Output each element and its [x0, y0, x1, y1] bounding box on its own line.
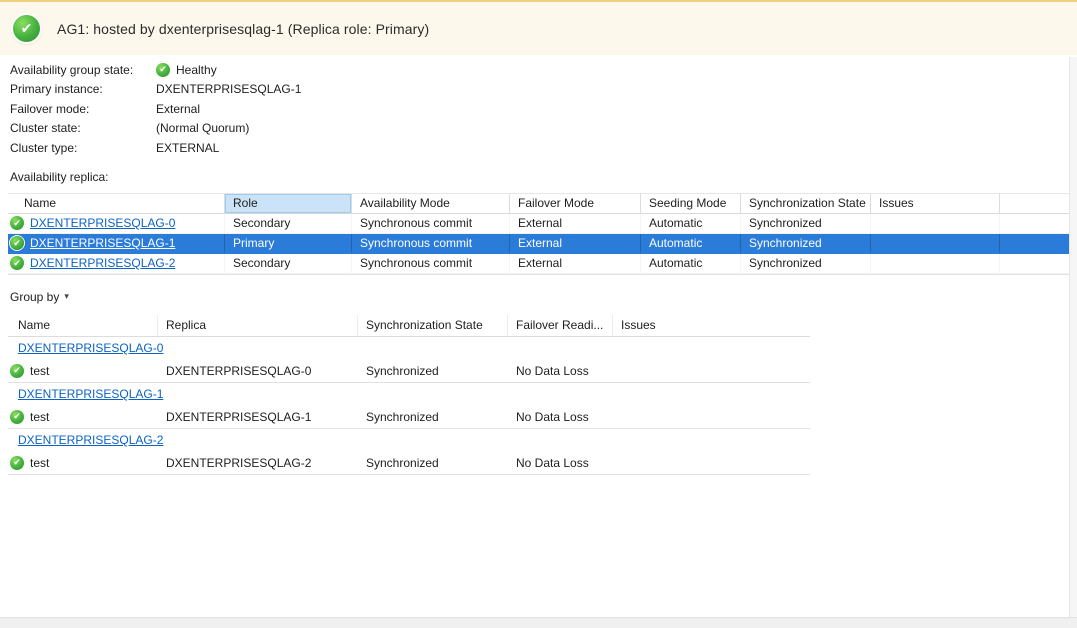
replica-synchronization-state: Synchronized: [741, 254, 871, 273]
summary-value: External: [156, 102, 200, 116]
replica-synchronization-state: Synchronized: [741, 214, 871, 233]
replica-availability-mode: Synchronous commit: [352, 234, 510, 253]
replica-link[interactable]: DXENTERPRISESQLAG-2: [30, 256, 175, 270]
db-replica: DXENTERPRISESQLAG-2: [158, 452, 358, 474]
db-name: test: [30, 410, 49, 424]
summary-row: Cluster state: (Normal Quorum): [10, 119, 1077, 139]
replica-failover-mode: External: [510, 214, 641, 233]
db-group-link[interactable]: DXENTERPRISESQLAG-2: [18, 433, 163, 447]
db-failover-readiness: No Data Loss: [508, 360, 613, 382]
healthy-status-icon: ✔: [13, 15, 40, 42]
column-header-synchronization-state[interactable]: Synchronization State: [358, 315, 508, 336]
column-header-seeding-mode[interactable]: Seeding Mode: [641, 194, 741, 213]
db-group-link[interactable]: DXENTERPRISESQLAG-1: [18, 387, 163, 401]
summary-label: Cluster type:: [10, 141, 156, 155]
replica-failover-mode: External: [510, 254, 641, 273]
ag-dashboard: ✔ AG1: hosted by dxenterprisesqlag-1 (Re…: [0, 0, 1077, 475]
replica-synchronization-state: Synchronized: [741, 234, 871, 253]
summary-row: Primary instance: DXENTERPRISESQLAG-1: [10, 80, 1077, 100]
db-replica: DXENTERPRISESQLAG-0: [158, 360, 358, 382]
dashboard-header: ✔ AG1: hosted by dxenterprisesqlag-1 (Re…: [0, 0, 1077, 55]
summary-section: Availability group state: ✔ Healthy Prim…: [0, 55, 1077, 158]
replica-role: Primary: [225, 234, 352, 253]
healthy-check-icon: ✔: [10, 236, 24, 250]
db-group-row[interactable]: DXENTERPRISESQLAG-0: [8, 337, 810, 360]
summary-value: EXTERNAL: [156, 141, 219, 155]
replica-link[interactable]: DXENTERPRISESQLAG-0: [30, 216, 175, 230]
db-row[interactable]: ✔ test DXENTERPRISESQLAG-0 Synchronized …: [8, 360, 810, 383]
summary-row: Failover mode: External: [10, 99, 1077, 119]
db-row[interactable]: ✔ test DXENTERPRISESQLAG-1 Synchronized …: [8, 406, 810, 429]
summary-label: Primary instance:: [10, 82, 156, 96]
replica-availability-mode: Synchronous commit: [352, 214, 510, 233]
column-header-filler: [1000, 194, 1077, 213]
replica-seeding-mode: Automatic: [641, 254, 741, 273]
summary-value: (Normal Quorum): [156, 121, 249, 135]
db-failover-readiness: No Data Loss: [508, 452, 613, 474]
replica-failover-mode: External: [510, 234, 641, 253]
db-synchronization-state: Synchronized: [358, 452, 508, 474]
summary-row: Availability group state: ✔ Healthy: [10, 60, 1077, 80]
database-table: Name Replica Synchronization State Failo…: [8, 315, 810, 475]
replica-role: Secondary: [225, 254, 352, 273]
replica-seeding-mode: Automatic: [641, 214, 741, 233]
replica-availability-mode: Synchronous commit: [352, 254, 510, 273]
page-title: AG1: hosted by dxenterprisesqlag-1 (Repl…: [57, 21, 429, 37]
healthy-check-icon: ✔: [156, 63, 170, 77]
replica-issues: [871, 214, 1000, 233]
db-failover-readiness: No Data Loss: [508, 406, 613, 428]
group-by-label: Group by: [10, 290, 59, 304]
database-table-header: Name Replica Synchronization State Failo…: [8, 315, 810, 337]
column-header-role[interactable]: Role: [225, 194, 352, 213]
healthy-check-icon: ✔: [10, 410, 24, 424]
replica-table: Name Role Availability Mode Failover Mod…: [8, 193, 1077, 275]
replica-role: Secondary: [225, 214, 352, 233]
summary-value: Healthy: [176, 63, 217, 77]
db-synchronization-state: Synchronized: [358, 406, 508, 428]
summary-row: Cluster type: EXTERNAL: [10, 138, 1077, 158]
healthy-check-icon: ✔: [10, 456, 24, 470]
column-header-name[interactable]: Name: [8, 194, 225, 213]
column-header-synchronization-state[interactable]: Synchronization State: [741, 194, 871, 213]
chevron-down-icon: ▾: [64, 292, 69, 301]
replica-row-selected[interactable]: ✔ DXENTERPRISESQLAG-1 Primary Synchronou…: [8, 234, 1077, 254]
replica-row[interactable]: ✔ DXENTERPRISESQLAG-2 Secondary Synchron…: [8, 254, 1077, 274]
replica-table-header: Name Role Availability Mode Failover Mod…: [8, 193, 1077, 214]
replica-row[interactable]: ✔ DXENTERPRISESQLAG-0 Secondary Synchron…: [8, 214, 1077, 234]
column-header-replica[interactable]: Replica: [158, 315, 358, 336]
column-header-issues[interactable]: Issues: [871, 194, 1000, 213]
column-header-name[interactable]: Name: [8, 315, 158, 336]
summary-value: DXENTERPRISESQLAG-1: [156, 82, 301, 96]
replica-issues: [871, 234, 1000, 253]
bottom-panel-edge: [0, 617, 1077, 628]
column-header-availability-mode[interactable]: Availability Mode: [352, 194, 510, 213]
group-by-dropdown[interactable]: Group by ▾: [10, 290, 69, 304]
db-synchronization-state: Synchronized: [358, 360, 508, 382]
column-header-issues[interactable]: Issues: [613, 315, 810, 336]
db-name: test: [30, 364, 49, 378]
db-name: test: [30, 456, 49, 470]
db-issues: [613, 452, 810, 474]
db-group-link[interactable]: DXENTERPRISESQLAG-0: [18, 341, 163, 355]
summary-label: Failover mode:: [10, 102, 156, 116]
healthy-check-icon: ✔: [10, 256, 24, 270]
db-issues: [613, 360, 810, 382]
replica-section-label: Availability replica:: [10, 170, 1077, 184]
replica-issues: [871, 254, 1000, 273]
db-group-row[interactable]: DXENTERPRISESQLAG-1: [8, 383, 810, 406]
column-header-failover-mode[interactable]: Failover Mode: [510, 194, 641, 213]
db-issues: [613, 406, 810, 428]
healthy-check-icon: ✔: [10, 216, 24, 230]
db-row[interactable]: ✔ test DXENTERPRISESQLAG-2 Synchronized …: [8, 452, 810, 475]
db-replica: DXENTERPRISESQLAG-1: [158, 406, 358, 428]
column-header-failover-readiness[interactable]: Failover Readi...: [508, 315, 613, 336]
db-group-row[interactable]: DXENTERPRISESQLAG-2: [8, 429, 810, 452]
replica-link[interactable]: DXENTERPRISESQLAG-1: [30, 236, 175, 250]
vertical-scrollbar-track[interactable]: [1069, 57, 1077, 618]
summary-label: Availability group state:: [10, 63, 156, 77]
healthy-check-icon: ✔: [10, 364, 24, 378]
replica-seeding-mode: Automatic: [641, 234, 741, 253]
summary-label: Cluster state:: [10, 121, 156, 135]
